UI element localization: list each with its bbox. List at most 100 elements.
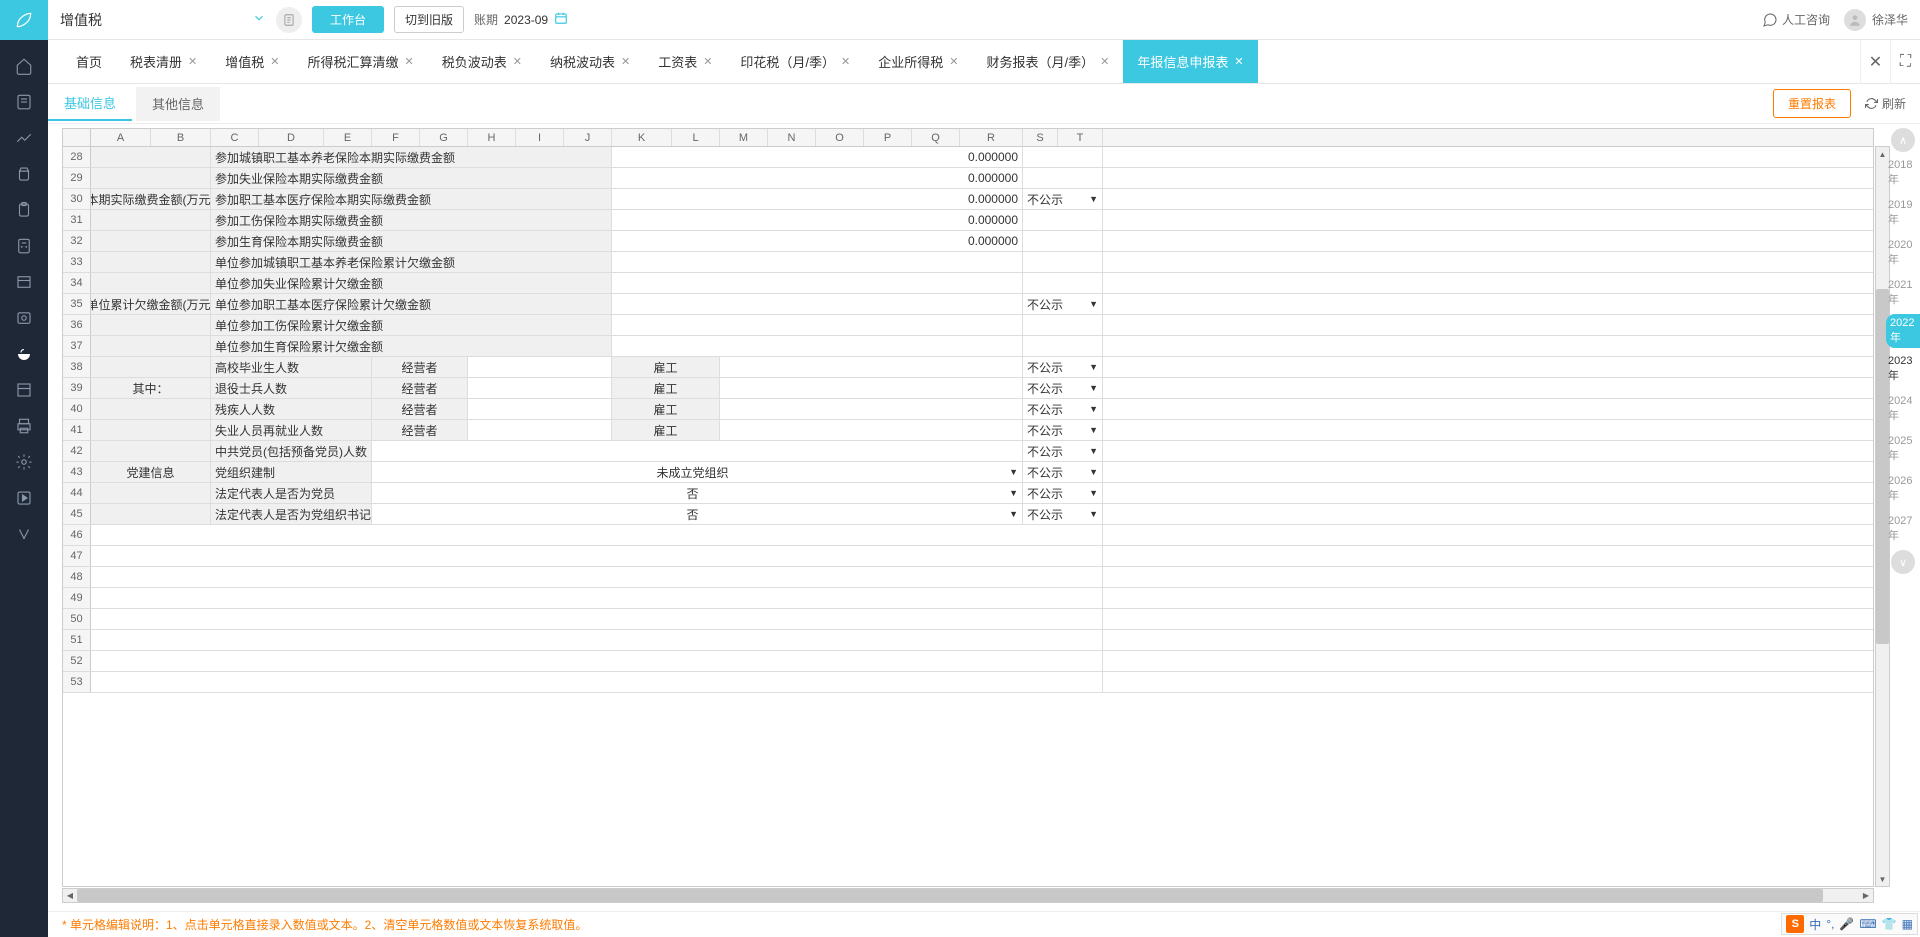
nav-safe-icon[interactable]	[0, 300, 48, 336]
select-cell[interactable]: 否▼	[372, 504, 1023, 524]
display-select[interactable]: 不公示▼	[1023, 189, 1103, 209]
display-select[interactable]	[1023, 273, 1103, 293]
input-cell[interactable]	[720, 420, 1023, 440]
col-header-J[interactable]: J	[564, 129, 612, 146]
col-header-Q[interactable]: Q	[912, 129, 960, 146]
year-item[interactable]: 2027年	[1886, 510, 1920, 548]
year-item[interactable]: 2022年	[1886, 314, 1920, 348]
tab-close-icon[interactable]: ✕	[949, 55, 958, 68]
user-menu[interactable]: 徐泽华	[1844, 9, 1908, 31]
tab-10[interactable]: 年报信息申报表✕	[1123, 40, 1257, 83]
input-cell[interactable]	[720, 399, 1023, 419]
nav-settings-icon[interactable]	[0, 444, 48, 480]
col-header-I[interactable]: I	[516, 129, 564, 146]
value-cell[interactable]: 0.000000	[612, 210, 1023, 230]
year-item[interactable]: 2023年	[1886, 350, 1920, 388]
sheet-body[interactable]: 28参加城镇职工基本养老保险本期实际缴费金额0.00000029参加失业保险本期…	[63, 147, 1873, 886]
row-number[interactable]: 36	[63, 315, 91, 335]
value-cell[interactable]	[612, 336, 1023, 356]
row-number[interactable]: 46	[63, 525, 91, 545]
empty-cell[interactable]	[91, 651, 1103, 671]
year-item[interactable]: 2018年	[1886, 154, 1920, 192]
col-header-F[interactable]: F	[372, 129, 420, 146]
col-header-T[interactable]: T	[1058, 129, 1103, 146]
tab-close-icon[interactable]: ✕	[405, 55, 414, 68]
spreadsheet[interactable]: ABCDEFGHIJKLMNOPQRST 28参加城镇职工基本养老保险本期实际缴…	[62, 128, 1874, 887]
nav-clipboard-icon[interactable]	[0, 192, 48, 228]
value-cell[interactable]	[612, 294, 1023, 314]
input-cell[interactable]	[468, 357, 612, 377]
input-cell[interactable]	[468, 420, 612, 440]
ime-grid-icon[interactable]: ▦	[1902, 917, 1913, 931]
display-select[interactable]	[1023, 210, 1103, 230]
module-chevron-icon[interactable]	[252, 11, 266, 28]
year-item[interactable]: 2020年	[1886, 234, 1920, 272]
col-header-S[interactable]: S	[1023, 129, 1058, 146]
value-cell[interactable]: 0.000000	[612, 168, 1023, 188]
tab-3[interactable]: 所得税汇算清缴✕	[293, 40, 427, 83]
sheet-corner[interactable]	[63, 129, 91, 146]
tab-9[interactable]: 财务报表（月/季）✕	[973, 40, 1124, 83]
expand-tabs-icon[interactable]: ⛶	[1890, 40, 1920, 84]
subtab-basic-info[interactable]: 基础信息	[48, 87, 132, 121]
workbench-button[interactable]: 工作台	[312, 6, 384, 33]
row-number[interactable]: 44	[63, 483, 91, 503]
col-header-L[interactable]: L	[672, 129, 720, 146]
display-select[interactable]: 不公示▼	[1023, 357, 1103, 377]
ime-punct-icon[interactable]: °,	[1826, 917, 1834, 931]
horizontal-scrollbar[interactable]: ◀ ▶	[62, 888, 1874, 903]
ime-keyboard-icon[interactable]: ⌨	[1859, 917, 1876, 931]
value-cell[interactable]: 0.000000	[612, 189, 1023, 209]
col-header-C[interactable]: C	[211, 129, 259, 146]
input-cell[interactable]	[468, 399, 612, 419]
nav-calc-icon[interactable]	[0, 228, 48, 264]
tab-7[interactable]: 印花税（月/季）✕	[726, 40, 864, 83]
year-item[interactable]: 2019年	[1886, 194, 1920, 232]
nav-money-icon[interactable]	[0, 156, 48, 192]
display-select[interactable]	[1023, 168, 1103, 188]
value-cell[interactable]	[612, 315, 1023, 335]
row-number[interactable]: 41	[63, 420, 91, 440]
display-select[interactable]	[1023, 231, 1103, 251]
close-tab-icon[interactable]: ✕	[1860, 40, 1890, 84]
display-select[interactable]	[1023, 147, 1103, 167]
year-prev-icon[interactable]: ∧	[1891, 128, 1915, 152]
row-number[interactable]: 50	[63, 609, 91, 629]
ime-toolbar[interactable]: S 中 °, 🎤 ⌨ 👕 ▦	[1781, 913, 1918, 935]
nav-home-icon[interactable]	[0, 48, 48, 84]
display-select[interactable]: 不公示▼	[1023, 294, 1103, 314]
row-number[interactable]: 28	[63, 147, 91, 167]
scroll-down-icon[interactable]: ▼	[1876, 872, 1889, 886]
row-number[interactable]: 51	[63, 630, 91, 650]
empty-cell[interactable]	[91, 567, 1103, 587]
row-number[interactable]: 47	[63, 546, 91, 566]
help-link[interactable]: 人工咨询	[1762, 11, 1830, 28]
row-number[interactable]: 30	[63, 189, 91, 209]
nav-print-icon[interactable]	[0, 408, 48, 444]
value-cell[interactable]	[612, 252, 1023, 272]
value-cell[interactable]: 0.000000	[612, 147, 1023, 167]
empty-cell[interactable]	[91, 546, 1103, 566]
col-header-G[interactable]: G	[420, 129, 468, 146]
row-number[interactable]: 48	[63, 567, 91, 587]
tab-close-icon[interactable]: ✕	[1100, 55, 1109, 68]
tab-close-icon[interactable]: ✕	[621, 55, 630, 68]
scroll-right-icon[interactable]: ▶	[1859, 889, 1873, 902]
input-cell[interactable]	[372, 441, 1023, 461]
row-number[interactable]: 32	[63, 231, 91, 251]
display-select[interactable]	[1023, 252, 1103, 272]
col-header-P[interactable]: P	[864, 129, 912, 146]
display-select[interactable]: 不公示▼	[1023, 483, 1103, 503]
tab-close-icon[interactable]: ✕	[188, 55, 197, 68]
empty-cell[interactable]	[91, 609, 1103, 629]
row-number[interactable]: 52	[63, 651, 91, 671]
display-select[interactable]: 不公示▼	[1023, 399, 1103, 419]
select-cell[interactable]: 否▼	[372, 483, 1023, 503]
col-header-N[interactable]: N	[768, 129, 816, 146]
col-header-O[interactable]: O	[816, 129, 864, 146]
col-header-D[interactable]: D	[259, 129, 324, 146]
nav-chart-icon[interactable]	[0, 120, 48, 156]
row-number[interactable]: 29	[63, 168, 91, 188]
hscroll-thumb[interactable]	[77, 889, 1823, 902]
tab-close-icon[interactable]: ✕	[841, 55, 850, 68]
